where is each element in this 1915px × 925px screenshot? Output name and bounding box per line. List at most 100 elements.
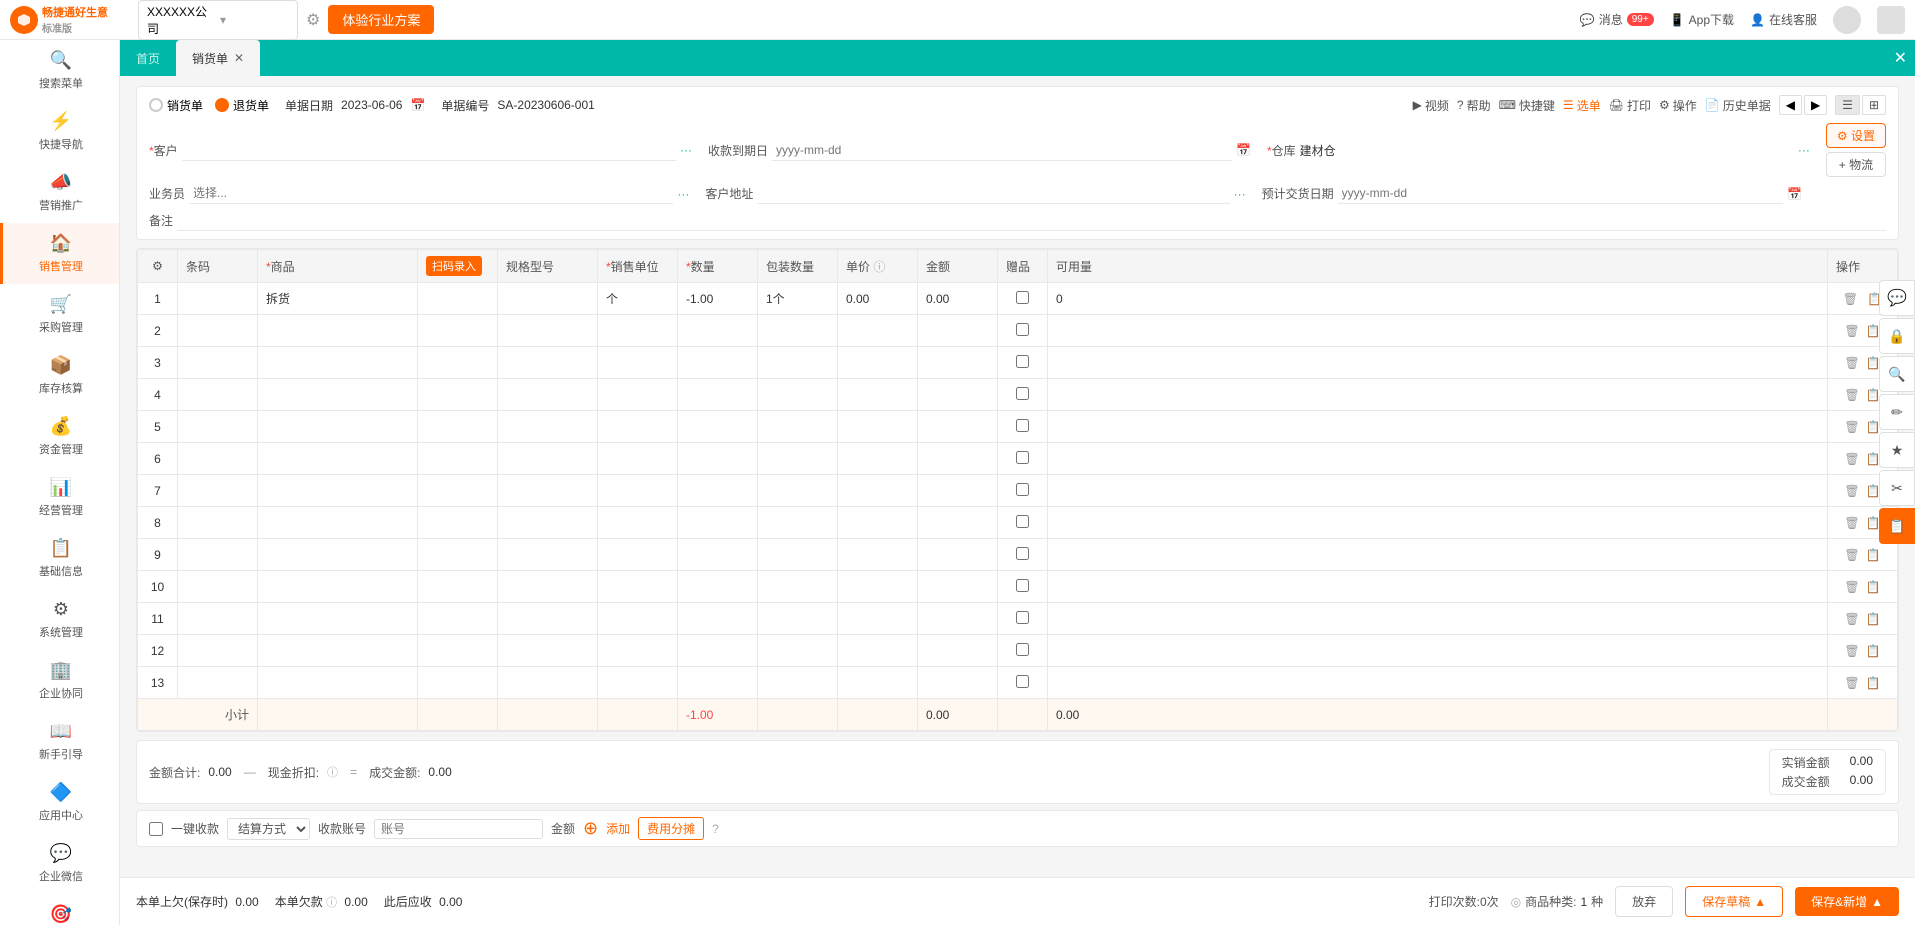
salesperson-more-icon[interactable]: ··· [677,187,689,201]
row-unit[interactable] [598,603,678,635]
due-date-calendar-icon[interactable]: 📅 [1236,143,1251,157]
row-unit[interactable] [598,635,678,667]
row-pkg-qty[interactable] [758,379,838,411]
row-unit-price[interactable] [838,667,918,699]
row-gift-checkbox[interactable] [1016,675,1029,688]
add-icon[interactable]: ⊕ [583,818,598,839]
row-product[interactable] [258,443,418,475]
sidebar-item-operations[interactable]: 📊 经营管理 [0,467,119,528]
delete-icon[interactable]: 🗑 [1844,484,1859,498]
row-gift[interactable] [998,411,1048,443]
sidebar-item-finance[interactable]: 💰 资金管理 [0,406,119,467]
rf-search-btn[interactable]: 🔍 [1879,356,1915,392]
row-product[interactable]: 拆货 [258,283,418,315]
row-pkg-qty[interactable] [758,347,838,379]
row-amount[interactable] [918,539,998,571]
row-product[interactable] [258,379,418,411]
row-amount[interactable] [918,411,998,443]
history-btn[interactable]: 📄 历史单据 [1705,97,1771,114]
sidebar-item-wechat[interactable]: 💬 企业微信 [0,833,119,894]
row-pkg-qty[interactable] [758,507,838,539]
delete-icon[interactable]: 🗑 [1844,452,1859,466]
nav-prev-btn[interactable]: ◀ [1779,95,1802,115]
row-unit[interactable] [598,315,678,347]
row-spec[interactable] [498,475,598,507]
select-btn[interactable]: ☰ 选单 [1563,97,1601,114]
copy-icon[interactable]: 📋 [1866,548,1881,562]
row-gift-checkbox[interactable] [1016,483,1029,496]
add-label[interactable]: 添加 [606,820,630,837]
row-pkg-qty[interactable] [758,539,838,571]
row-product[interactable] [258,507,418,539]
due-date-input[interactable] [772,140,1232,161]
row-spec[interactable] [498,315,598,347]
rf-edit-btn[interactable]: ✏ [1879,394,1915,430]
row-gift-checkbox[interactable] [1016,547,1029,560]
row-spec[interactable] [498,443,598,475]
row-barcode[interactable] [178,603,258,635]
row-gift-checkbox[interactable] [1016,419,1029,432]
row-gift[interactable] [998,667,1048,699]
row-product[interactable] [258,571,418,603]
settings-gear-icon[interactable]: ⚙ [306,10,320,30]
row-barcode[interactable] [178,667,258,699]
row-barcode[interactable] [178,283,258,315]
row-spec[interactable] [498,283,598,315]
row-amount[interactable] [918,603,998,635]
row-gift-checkbox[interactable] [1016,643,1029,656]
row-qty[interactable]: -1.00 [678,283,758,315]
row-unit[interactable] [598,443,678,475]
row-unit-price[interactable] [838,603,918,635]
rf-messages-btn[interactable]: 💬 [1879,280,1915,316]
row-unit[interactable] [598,379,678,411]
form-logistics-btn[interactable]: + 物流 [1826,152,1886,177]
row-amount[interactable] [918,443,998,475]
row-product[interactable] [258,539,418,571]
row-pkg-qty[interactable] [758,667,838,699]
sidebar-item-inventory[interactable]: 📦 库存核算 [0,345,119,406]
row-pkg-qty[interactable] [758,571,838,603]
row-qty[interactable] [678,379,758,411]
row-amount[interactable] [918,347,998,379]
abandon-btn[interactable]: 放弃 [1615,886,1673,917]
row-unit-price[interactable] [838,507,918,539]
row-spec[interactable] [498,603,598,635]
warehouse-more-icon[interactable]: ··· [1798,143,1810,157]
row-pkg-qty[interactable] [758,603,838,635]
row-gift-checkbox[interactable] [1016,387,1029,400]
row-pkg-qty[interactable] [758,475,838,507]
row-unit-price[interactable] [838,379,918,411]
sidebar-item-shortcuts[interactable]: ⚡ 快捷导航 [0,101,119,162]
calendar-icon[interactable]: 📅 [410,98,425,112]
operate-btn[interactable]: ⚙ 操作 [1659,97,1697,114]
row-unit-price[interactable] [838,411,918,443]
row-unit-price[interactable] [838,635,918,667]
row-barcode[interactable] [178,411,258,443]
rf-scissors-btn[interactable]: ✂ [1879,470,1915,506]
row-gift-checkbox[interactable] [1016,611,1029,624]
tab-close-icon[interactable]: ✕ [234,51,244,65]
row-gift[interactable] [998,635,1048,667]
company-selector[interactable]: XXXXXX公司 ▾ [138,0,298,40]
row-barcode[interactable] [178,347,258,379]
row-product[interactable] [258,315,418,347]
row-gift-checkbox[interactable] [1016,323,1029,336]
row-gift[interactable] [998,507,1048,539]
delete-icon[interactable]: 🗑 [1844,580,1859,594]
tab-bar-close-icon[interactable]: ✕ [1894,48,1907,68]
sidebar-item-sales[interactable]: 🏠 销售管理 [0,223,119,284]
row-spec[interactable] [498,379,598,411]
delete-icon[interactable]: 🗑 [1844,420,1859,434]
row-qty[interactable] [678,667,758,699]
row-amount[interactable] [918,315,998,347]
row-spec[interactable] [498,411,598,443]
delete-icon[interactable]: 🗑 [1844,356,1859,370]
row-product[interactable] [258,347,418,379]
row-unit[interactable] [598,411,678,443]
sidebar-item-guide[interactable]: 📖 新手引导 [0,711,119,772]
row-amount[interactable] [918,379,998,411]
row-barcode[interactable] [178,571,258,603]
row-spec[interactable] [498,347,598,379]
row-gift[interactable] [998,443,1048,475]
row-qty[interactable] [678,315,758,347]
